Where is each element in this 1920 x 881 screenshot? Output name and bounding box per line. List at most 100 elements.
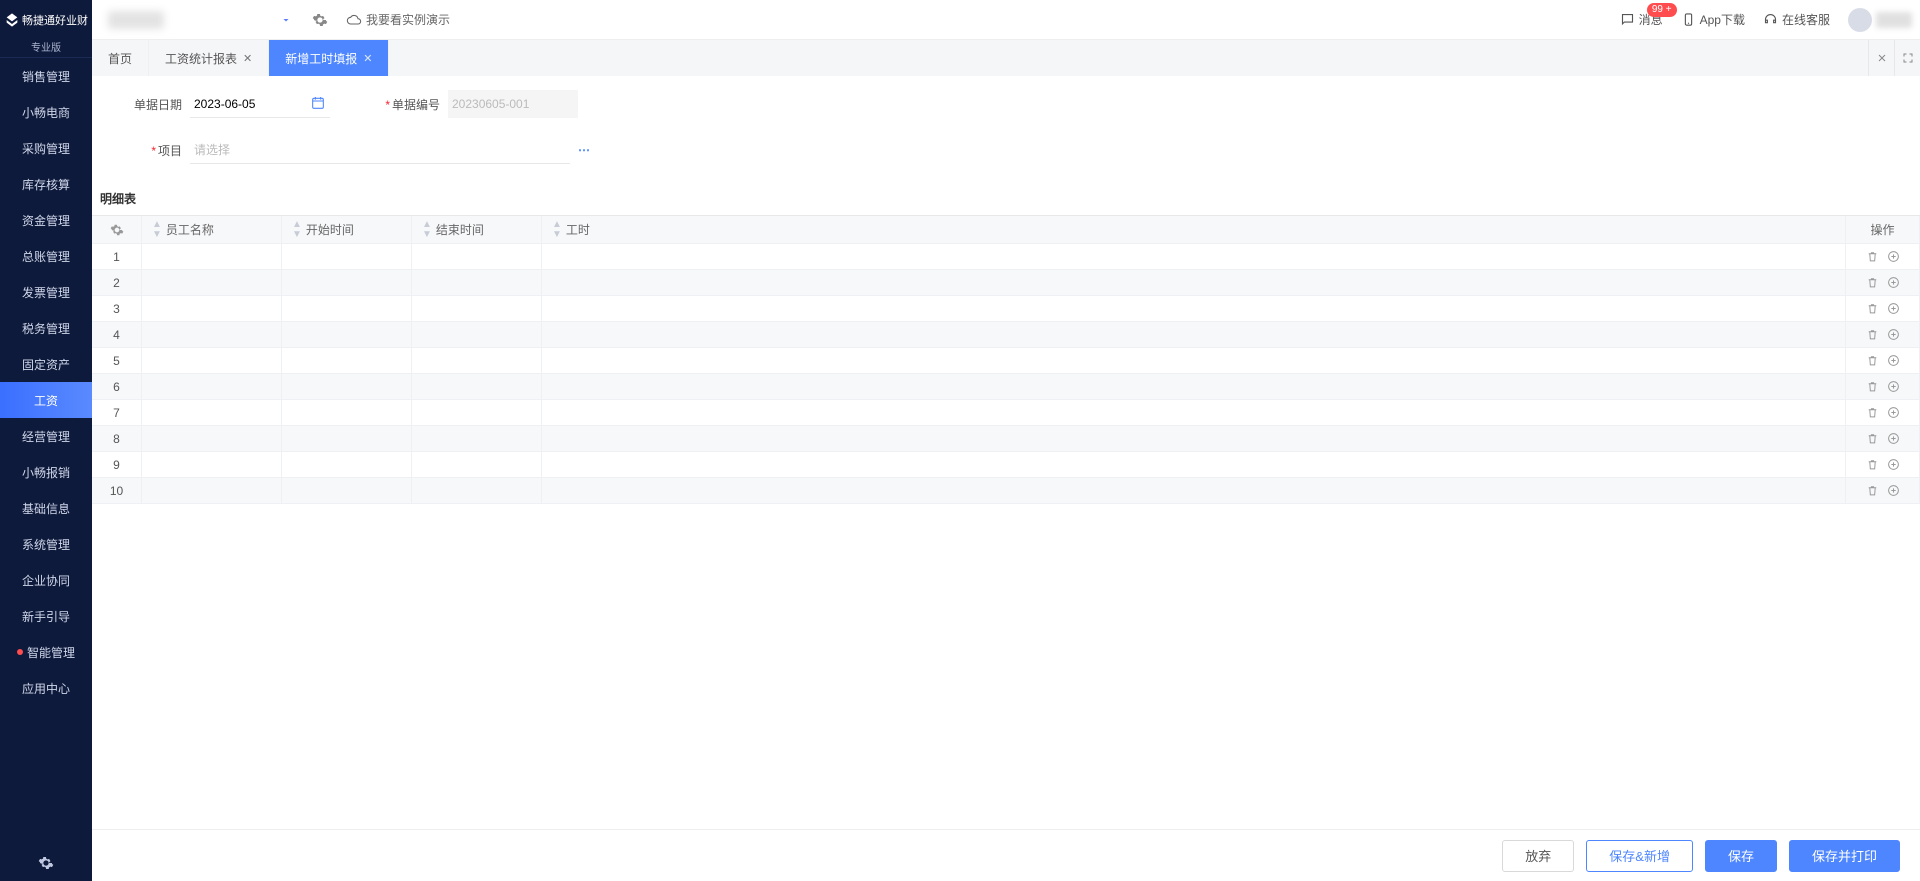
sidebar-item-7[interactable]: 税务管理 xyxy=(0,310,92,346)
sidebar-item-0[interactable]: 销售管理 xyxy=(0,58,92,94)
delete-row-button[interactable] xyxy=(1866,250,1879,263)
sidebar-item-12[interactable]: 基础信息 xyxy=(0,490,92,526)
sidebar-item-6[interactable]: 发票管理 xyxy=(0,274,92,310)
cell[interactable] xyxy=(142,296,282,321)
cell[interactable] xyxy=(412,478,542,503)
cell[interactable] xyxy=(542,296,1846,321)
sidebar-item-5[interactable]: 总账管理 xyxy=(0,238,92,274)
delete-row-button[interactable] xyxy=(1866,484,1879,497)
delete-row-button[interactable] xyxy=(1866,432,1879,445)
sidebar-item-17[interactable]: 应用中心 xyxy=(0,670,92,706)
cell[interactable] xyxy=(142,374,282,399)
add-row-button[interactable] xyxy=(1887,432,1900,445)
sidebar-item-15[interactable]: 新手引导 xyxy=(0,598,92,634)
cell[interactable] xyxy=(282,244,412,269)
cell[interactable] xyxy=(282,296,412,321)
add-row-button[interactable] xyxy=(1887,250,1900,263)
cell[interactable] xyxy=(412,426,542,451)
discard-button[interactable]: 放弃 xyxy=(1502,840,1574,872)
save-button[interactable]: 保存 xyxy=(1705,840,1777,872)
add-row-button[interactable] xyxy=(1887,276,1900,289)
cell[interactable] xyxy=(142,452,282,477)
add-row-button[interactable] xyxy=(1887,354,1900,367)
delete-row-button[interactable] xyxy=(1866,380,1879,393)
cell[interactable] xyxy=(412,400,542,425)
delete-row-button[interactable] xyxy=(1866,328,1879,341)
tab-1[interactable]: 工资统计报表✕ xyxy=(149,40,269,76)
cell[interactable] xyxy=(542,374,1846,399)
cell[interactable] xyxy=(142,400,282,425)
tab-2[interactable]: 新增工时填报✕ xyxy=(269,40,389,76)
sidebar-item-13[interactable]: 系统管理 xyxy=(0,526,92,562)
cell[interactable] xyxy=(412,296,542,321)
cell[interactable] xyxy=(282,322,412,347)
col-start-time[interactable]: ▲▼开始时间 xyxy=(282,216,412,243)
tenant-settings-button[interactable] xyxy=(312,12,328,28)
sidebar-item-2[interactable]: 采购管理 xyxy=(0,130,92,166)
fullscreen-button[interactable] xyxy=(1894,40,1920,76)
sidebar-item-10[interactable]: 经营管理 xyxy=(0,418,92,454)
cell[interactable] xyxy=(542,348,1846,373)
close-all-tabs-button[interactable] xyxy=(1868,40,1894,76)
cell[interactable] xyxy=(412,374,542,399)
sidebar-item-3[interactable]: 库存核算 xyxy=(0,166,92,202)
cell[interactable] xyxy=(542,400,1846,425)
cell[interactable] xyxy=(412,322,542,347)
close-icon[interactable]: ✕ xyxy=(243,52,252,65)
add-row-button[interactable] xyxy=(1887,406,1900,419)
cell[interactable] xyxy=(282,452,412,477)
project-picker-button[interactable]: ⋯ xyxy=(578,143,591,157)
col-end-time[interactable]: ▲▼结束时间 xyxy=(412,216,542,243)
tenant-selector[interactable] xyxy=(100,7,300,33)
sidebar-item-9[interactable]: 工资 xyxy=(0,382,92,418)
sidebar-item-4[interactable]: 资金管理 xyxy=(0,202,92,238)
cell[interactable] xyxy=(282,374,412,399)
delete-row-button[interactable] xyxy=(1866,276,1879,289)
save-and-new-button[interactable]: 保存&新增 xyxy=(1586,840,1693,872)
delete-row-button[interactable] xyxy=(1866,302,1879,315)
user-menu[interactable] xyxy=(1848,8,1912,32)
cell[interactable] xyxy=(142,348,282,373)
cell[interactable] xyxy=(142,426,282,451)
cell[interactable] xyxy=(412,348,542,373)
cell[interactable] xyxy=(282,270,412,295)
save-and-print-button[interactable]: 保存并打印 xyxy=(1789,840,1900,872)
cell[interactable] xyxy=(142,322,282,347)
add-row-button[interactable] xyxy=(1887,458,1900,471)
sidebar-item-14[interactable]: 企业协同 xyxy=(0,562,92,598)
cell[interactable] xyxy=(142,478,282,503)
col-employee[interactable]: ▲▼员工名称 xyxy=(142,216,282,243)
app-download-button[interactable]: App下载 xyxy=(1681,11,1745,28)
add-row-button[interactable] xyxy=(1887,302,1900,315)
online-service-button[interactable]: 在线客服 xyxy=(1763,11,1830,28)
add-row-button[interactable] xyxy=(1887,380,1900,393)
demo-link[interactable]: 我要看实例演示 xyxy=(346,11,450,28)
delete-row-button[interactable] xyxy=(1866,458,1879,471)
cell[interactable] xyxy=(542,244,1846,269)
sidebar-item-8[interactable]: 固定资产 xyxy=(0,346,92,382)
cell[interactable] xyxy=(412,452,542,477)
project-input[interactable] xyxy=(190,136,570,164)
cell[interactable] xyxy=(282,426,412,451)
cell[interactable] xyxy=(542,270,1846,295)
delete-row-button[interactable] xyxy=(1866,406,1879,419)
messages-button[interactable]: 消息 99 + xyxy=(1620,11,1663,28)
tab-0[interactable]: 首页 xyxy=(92,40,149,76)
cell[interactable] xyxy=(282,400,412,425)
sidebar-settings[interactable] xyxy=(0,845,92,881)
delete-row-button[interactable] xyxy=(1866,354,1879,367)
cell[interactable] xyxy=(412,270,542,295)
cell[interactable] xyxy=(542,478,1846,503)
cell[interactable] xyxy=(412,244,542,269)
add-row-button[interactable] xyxy=(1887,484,1900,497)
sidebar-item-11[interactable]: 小畅报销 xyxy=(0,454,92,490)
add-row-button[interactable] xyxy=(1887,328,1900,341)
cell[interactable] xyxy=(542,322,1846,347)
sidebar-item-1[interactable]: 小畅电商 xyxy=(0,94,92,130)
grid-settings-header[interactable] xyxy=(92,216,142,243)
col-hours[interactable]: ▲▼工时 xyxy=(542,216,1846,243)
close-icon[interactable]: ✕ xyxy=(363,52,372,65)
cell[interactable] xyxy=(282,348,412,373)
cell[interactable] xyxy=(542,452,1846,477)
cell[interactable] xyxy=(142,244,282,269)
